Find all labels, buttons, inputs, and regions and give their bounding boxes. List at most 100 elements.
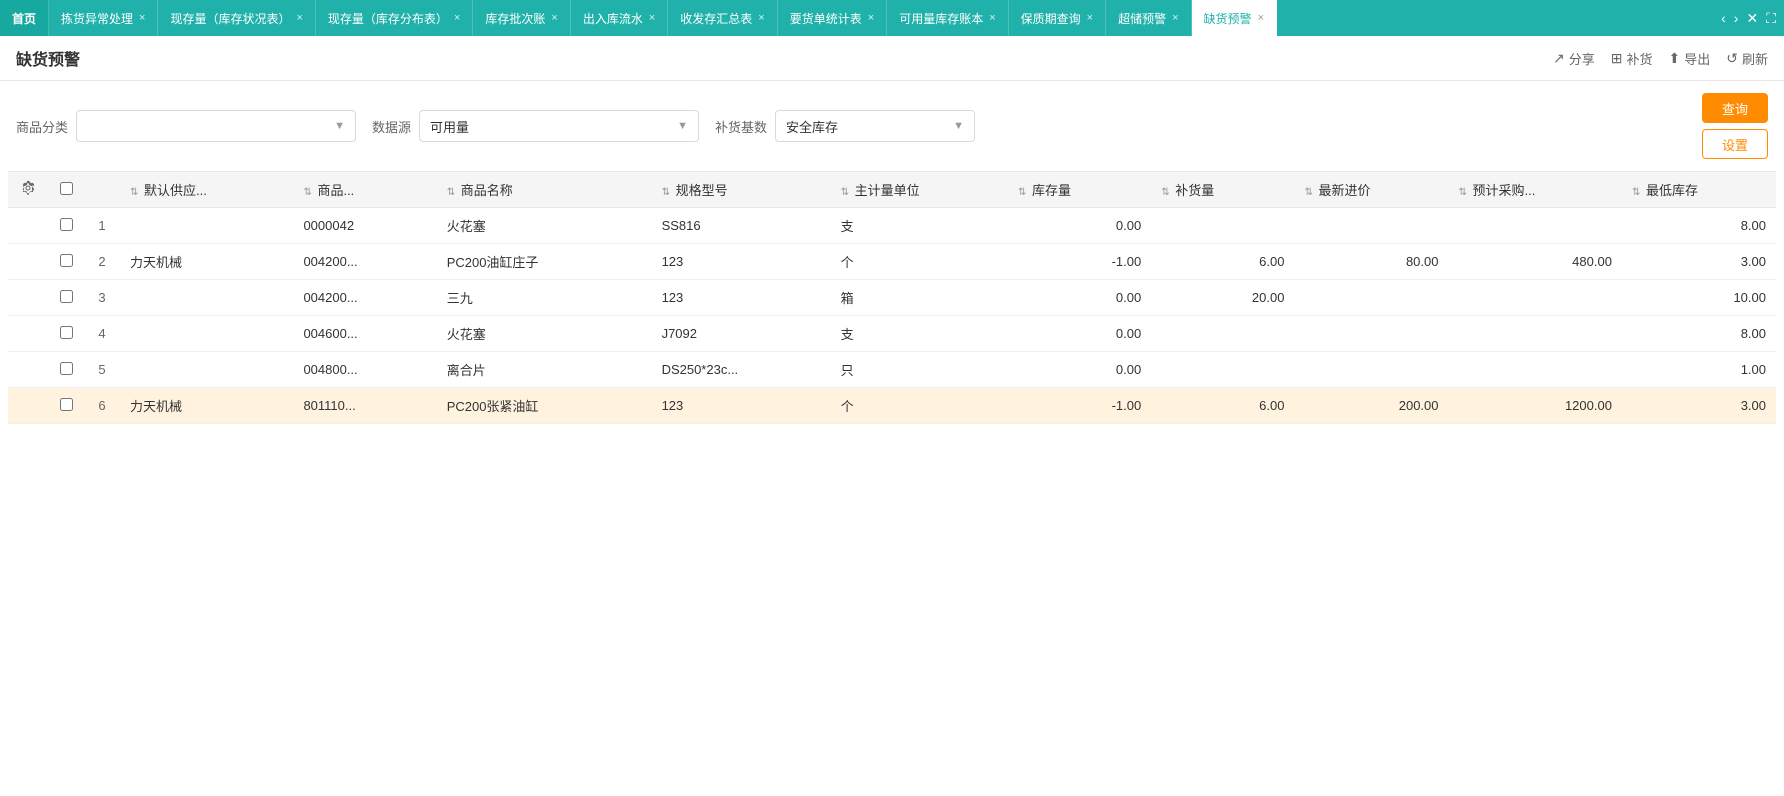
tab-receive-summary[interactable]: 收发存汇总表 × (668, 0, 777, 36)
replenish-label: 补货 (1626, 49, 1652, 68)
td-checkbox[interactable] (48, 244, 84, 280)
row-checkbox-3[interactable] (60, 326, 73, 339)
th-product-name[interactable]: ⇅ 商品名称 (437, 172, 652, 208)
td-latest-price: 200.00 (1294, 388, 1448, 424)
row-checkbox-1[interactable] (60, 254, 73, 267)
filter-actions: 查询 设置 (1702, 93, 1768, 159)
settings-icon (20, 180, 36, 196)
replenish-button[interactable]: ⊞ 补货 (1611, 49, 1653, 68)
td-checkbox[interactable] (48, 352, 84, 388)
th-product-code[interactable]: ⇅ 商品... (293, 172, 436, 208)
tab-batch-account[interactable]: 库存批次账 × (473, 0, 570, 36)
tab-inout-flow[interactable]: 出入库流水 × (571, 0, 668, 36)
export-button[interactable]: ⬆ 导出 (1669, 49, 1711, 68)
td-unit: 个 (831, 388, 1008, 424)
td-checkbox[interactable] (48, 316, 84, 352)
tab-overstock-close[interactable]: × (1172, 12, 1178, 24)
tab-inventory-dist[interactable]: 现存量（库存分布表） × (316, 0, 473, 36)
tab-inventory-dist-close[interactable]: × (454, 12, 460, 24)
tab-expand-button[interactable]: ⛶ (1762, 0, 1780, 36)
th-select-all[interactable] (48, 172, 84, 208)
tab-batch-account-label: 库存批次账 (485, 10, 545, 27)
th-estimated-purchase[interactable]: ⇅ 预计采购... (1449, 172, 1622, 208)
th-min-stock[interactable]: ⇅ 最低库存 (1622, 172, 1776, 208)
main-content: 缺货预警 ↗ 分享 ⊞ 补货 ⬆ 导出 ↺ 刷新 商品分类 (0, 36, 1784, 796)
row-checkbox-5[interactable] (60, 398, 73, 411)
tab-receive-summary-close[interactable]: × (758, 12, 764, 24)
tab-navigation: ‹ › ✕ ⛶ (1713, 0, 1784, 36)
th-replenish-qty[interactable]: ⇅ 补货量 (1151, 172, 1294, 208)
tab-receive-summary-label: 收发存汇总表 (680, 10, 752, 27)
td-unit: 支 (831, 208, 1008, 244)
share-button[interactable]: ↗ 分享 (1553, 49, 1595, 68)
tab-inout-flow-close[interactable]: × (649, 12, 655, 24)
td-product-code: 801110... (293, 388, 436, 424)
datasource-label: 数据源 (372, 117, 411, 136)
sort-icon: ⇅ (662, 187, 670, 198)
td-stock-qty: 0.00 (1008, 352, 1151, 388)
th-spec[interactable]: ⇅ 规格型号 (652, 172, 831, 208)
td-product-code: 004200... (293, 244, 436, 280)
select-all-checkbox[interactable] (60, 182, 73, 195)
th-latest-price[interactable]: ⇅ 最新进价 (1294, 172, 1448, 208)
row-checkbox-2[interactable] (60, 290, 73, 303)
tab-available-ledger-close[interactable]: × (989, 12, 995, 24)
tab-shortage[interactable]: 缺货预警 × (1192, 0, 1277, 36)
settings-button[interactable]: 设置 (1702, 129, 1768, 159)
tab-order-stats[interactable]: 要货单统计表 × (778, 0, 887, 36)
replenish-basis-select[interactable]: 安全库存 ▼ (775, 110, 975, 142)
row-checkbox-0[interactable] (60, 218, 73, 231)
th-gear[interactable] (8, 172, 48, 208)
tab-inventory-status-close[interactable]: × (296, 12, 302, 24)
tab-expiry-query-close[interactable]: × (1087, 12, 1093, 24)
th-unit[interactable]: ⇅ 主计量单位 (831, 172, 1008, 208)
tab-abnormal[interactable]: 拣货异常处理 × (49, 0, 158, 36)
refresh-button[interactable]: ↺ 刷新 (1726, 49, 1768, 68)
tab-inventory-status[interactable]: 现存量（库存状况表） × (158, 0, 315, 36)
query-button[interactable]: 查询 (1702, 93, 1768, 123)
td-checkbox[interactable] (48, 388, 84, 424)
tab-prev-button[interactable]: ‹ (1717, 0, 1730, 36)
th-stock-qty[interactable]: ⇅ 库存量 (1008, 172, 1151, 208)
filter-bar: 商品分类 ▼ 数据源 可用量 ▼ 补货基数 安全库存 ▼ 查询 设置 (0, 81, 1784, 171)
tab-order-stats-close[interactable]: × (868, 12, 874, 24)
td-default-supplier: 力天机械 (120, 388, 293, 424)
tab-shortage-close[interactable]: × (1258, 12, 1264, 24)
td-checkbox[interactable] (48, 208, 84, 244)
td-expand (8, 388, 48, 424)
td-unit: 个 (831, 244, 1008, 280)
category-select[interactable]: ▼ (76, 110, 356, 142)
td-min-stock: 8.00 (1622, 208, 1776, 244)
table-body: 1 0000042 火花塞 SS816 支 0.00 8.00 2 力天机械 0… (8, 208, 1776, 424)
page-title: 缺货预警 (16, 46, 80, 70)
td-unit: 只 (831, 352, 1008, 388)
tab-home[interactable]: 首页 (0, 0, 49, 36)
tab-close-button[interactable]: ✕ (1742, 0, 1762, 36)
category-chevron-down-icon: ▼ (334, 120, 345, 132)
td-estimated-purchase: 480.00 (1449, 244, 1622, 280)
td-product-name: 三九 (437, 280, 652, 316)
td-estimated-purchase (1449, 280, 1622, 316)
tab-next-button[interactable]: › (1730, 0, 1743, 36)
datasource-chevron-down-icon: ▼ (677, 120, 688, 132)
th-default-supplier[interactable]: ⇅ 默认供应... (120, 172, 293, 208)
replenish-basis-filter: 补货基数 安全库存 ▼ (715, 110, 975, 142)
datasource-select[interactable]: 可用量 ▼ (419, 110, 699, 142)
td-estimated-purchase (1449, 316, 1622, 352)
tab-batch-account-close[interactable]: × (551, 12, 557, 24)
tab-expiry-query[interactable]: 保质期查询 × (1009, 0, 1106, 36)
tab-available-ledger[interactable]: 可用量库存账本 × (887, 0, 1008, 36)
table-row: 3 004200... 三九 123 箱 0.00 20.00 10.00 (8, 280, 1776, 316)
td-replenish-qty (1151, 352, 1294, 388)
td-stock-qty: -1.00 (1008, 388, 1151, 424)
refresh-label: 刷新 (1742, 49, 1768, 68)
td-checkbox[interactable] (48, 280, 84, 316)
td-unit: 箱 (831, 280, 1008, 316)
td-spec: J7092 (652, 316, 831, 352)
tab-abnormal-close[interactable]: × (139, 12, 145, 24)
td-expand (8, 352, 48, 388)
tab-overstock[interactable]: 超储预警 × (1106, 0, 1191, 36)
td-replenish-qty: 6.00 (1151, 388, 1294, 424)
export-label: 导出 (1684, 49, 1710, 68)
row-checkbox-4[interactable] (60, 362, 73, 375)
